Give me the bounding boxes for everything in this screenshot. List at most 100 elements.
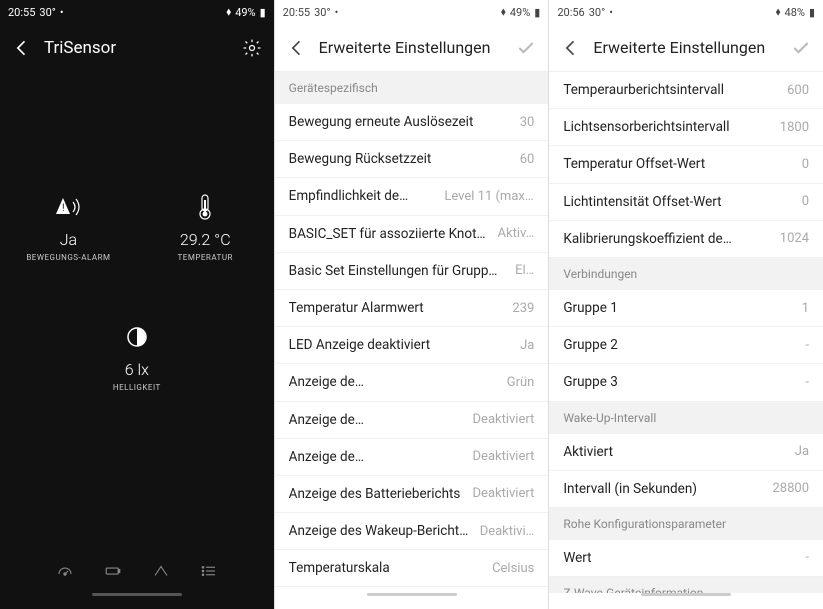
setting-row[interactable]: Empfindlichkeit de…Level 11 (maximum) bbox=[275, 178, 549, 215]
setting-label: Anzeige de… bbox=[289, 449, 473, 465]
setting-row[interactable]: Anzeige des BatterieberichtsDeaktiviert bbox=[275, 476, 549, 513]
setting-row[interactable]: Intervall (in Sekunden)28800 bbox=[549, 471, 823, 508]
setting-value: Ja bbox=[520, 338, 534, 353]
setting-row[interactable]: Kalibrierungskoeffizient de…1024 bbox=[549, 221, 823, 258]
settings-list[interactable]: GerätespezifischBewegung erneute Auslöse… bbox=[275, 72, 549, 593]
setting-label: Lichtsensorberichtsintervall bbox=[563, 119, 779, 135]
setting-value: Ja bbox=[795, 444, 809, 459]
setting-value: Deaktivi… bbox=[480, 524, 535, 539]
setting-label: Anzeige de… bbox=[289, 374, 507, 390]
setting-label: Empfindlichkeit de… bbox=[289, 188, 445, 204]
light-tile[interactable]: 6 lx HELLIGKEIT bbox=[77, 322, 197, 392]
wifi-icon: ⬧ bbox=[501, 5, 506, 19]
list-icon[interactable] bbox=[200, 562, 218, 580]
status-bar: 20:5630°• ⬧48%▮ bbox=[549, 0, 823, 24]
setting-row[interactable]: Gruppe 2- bbox=[549, 327, 823, 364]
gauge-icon[interactable] bbox=[56, 562, 74, 580]
setting-label: Gruppe 2 bbox=[563, 337, 805, 353]
sensor-panel: 20:55 30° • ⬧ 49% ▮ TriSensor ! Ja bbox=[0, 0, 275, 609]
page-title: Erweiterte Einstellungen bbox=[319, 38, 517, 57]
setting-value: Level 11 (maximum) bbox=[444, 189, 534, 204]
setting-row[interactable]: Temperaurberichtsintervall600 bbox=[549, 72, 823, 109]
setting-value: - bbox=[805, 550, 809, 565]
setting-label: Temperaturskala bbox=[289, 560, 492, 576]
motion-label: BEWEGUNGS-ALARM bbox=[8, 253, 128, 262]
back-icon[interactable] bbox=[12, 38, 32, 58]
setting-row[interactable]: Anzeige de…Grün bbox=[275, 364, 549, 401]
setting-label: Gruppe 3 bbox=[563, 374, 805, 390]
motion-tile[interactable]: ! Ja BEWEGUNGS-ALARM bbox=[8, 192, 128, 262]
setting-row[interactable]: Lichtsensorberichtsintervall1800 bbox=[549, 109, 823, 146]
setting-row[interactable]: Gruppe 3- bbox=[549, 364, 823, 401]
nav-indicator bbox=[549, 593, 823, 609]
status-extra: 30° bbox=[39, 6, 55, 19]
battery-icon: ▮ bbox=[809, 6, 815, 19]
setting-label: Gruppe 1 bbox=[563, 300, 801, 316]
bottom-nav bbox=[0, 549, 274, 593]
setting-value: El… bbox=[515, 263, 534, 278]
check-icon[interactable] bbox=[791, 38, 811, 58]
header: Erweiterte Einstellungen bbox=[549, 24, 823, 72]
back-icon[interactable] bbox=[561, 38, 581, 58]
setting-row[interactable]: Anzeige des Wakeup-BerichtesDeaktivi… bbox=[275, 513, 549, 550]
section-header: Gerätespezifisch bbox=[275, 72, 549, 104]
gear-icon[interactable] bbox=[242, 38, 262, 58]
check-icon[interactable] bbox=[516, 38, 536, 58]
brightness-icon bbox=[77, 322, 197, 352]
status-extra: 30° bbox=[314, 6, 330, 19]
setting-row[interactable]: Bewegung Rücksetzzeit60 bbox=[275, 141, 549, 178]
setting-row[interactable]: Lichtintensität Offset-Wert0 bbox=[549, 184, 823, 221]
setting-label: Basic Set Einstellungen für Grupp… bbox=[289, 263, 515, 279]
status-extra: 30° bbox=[589, 6, 605, 19]
setting-value: 1024 bbox=[780, 231, 809, 246]
setting-value: Celsius bbox=[492, 561, 534, 576]
setting-label: Bewegung erneute Auslösezeit bbox=[289, 114, 520, 130]
setting-row[interactable]: BASIC_SET für assoziierte Knote…Aktiv… bbox=[275, 216, 549, 253]
setting-value: - bbox=[805, 375, 809, 390]
setting-row[interactable]: Basic Set Einstellungen für Grupp…El… bbox=[275, 253, 549, 290]
back-icon[interactable] bbox=[287, 38, 307, 58]
settings-list[interactable]: Temperaurberichtsintervall600Lichtsensor… bbox=[549, 72, 823, 593]
setting-row[interactable]: Temperatur Offset-Wert0 bbox=[549, 146, 823, 183]
setting-row[interactable]: Temperatur Alarmwert239 bbox=[275, 290, 549, 327]
setting-label: LED Anzeige deaktiviert bbox=[289, 337, 520, 353]
route-icon[interactable] bbox=[152, 562, 170, 580]
header: TriSensor bbox=[0, 24, 274, 72]
setting-label: Temperatur Alarmwert bbox=[289, 300, 513, 316]
motion-alert-icon: ! bbox=[8, 192, 128, 222]
temp-tile[interactable]: 29.2 °C TEMPERATUR bbox=[145, 192, 265, 262]
setting-row[interactable]: AktiviertJa bbox=[549, 434, 823, 471]
setting-value: Aktiv… bbox=[498, 226, 535, 241]
setting-value: 0 bbox=[802, 194, 809, 209]
page-title: Erweiterte Einstellungen bbox=[593, 38, 791, 57]
setting-value: Grün bbox=[507, 375, 535, 390]
setting-value: 30 bbox=[520, 115, 535, 130]
setting-label: Temperaurberichtsintervall bbox=[563, 82, 787, 98]
section-header: Verbindungen bbox=[549, 258, 823, 290]
status-bar: 20:55 30° • ⬧ 49% ▮ bbox=[0, 0, 274, 24]
setting-value: 28800 bbox=[772, 481, 809, 496]
setting-row[interactable]: TemperaturskalaCelsius bbox=[275, 550, 549, 587]
battery-text: 48% bbox=[785, 6, 805, 19]
nav-indicator bbox=[275, 593, 549, 609]
setting-label: Temperatur Offset-Wert bbox=[563, 156, 801, 172]
status-time: 20:56 bbox=[557, 6, 584, 19]
setting-row[interactable]: Gruppe 11 bbox=[549, 290, 823, 327]
setting-row[interactable]: Wert- bbox=[549, 540, 823, 577]
section-header: Rohe Konfigurationsparameter bbox=[549, 508, 823, 540]
setting-value: 1 bbox=[802, 301, 809, 316]
setting-row[interactable]: Anzeige de…Deaktiviert bbox=[275, 402, 549, 439]
battery-icon: ▮ bbox=[534, 6, 540, 19]
setting-row[interactable]: LED Anzeige deaktiviertJa bbox=[275, 327, 549, 364]
nav-indicator bbox=[0, 593, 274, 609]
temp-label: TEMPERATUR bbox=[145, 253, 265, 262]
battery-icon[interactable] bbox=[104, 562, 122, 580]
section-header: Wake-Up-Intervall bbox=[549, 402, 823, 434]
settings-panel-1: 20:5530°• ⬧49%▮ Erweiterte Einstellungen… bbox=[275, 0, 550, 609]
setting-label: Bewegung Rücksetzzeit bbox=[289, 151, 520, 167]
setting-value: 239 bbox=[512, 301, 534, 316]
setting-row[interactable]: Bewegung erneute Auslösezeit30 bbox=[275, 104, 549, 141]
setting-row[interactable]: Anzeige de…Deaktiviert bbox=[275, 439, 549, 476]
light-label: HELLIGKEIT bbox=[77, 383, 197, 392]
page-title: TriSensor bbox=[44, 38, 242, 58]
